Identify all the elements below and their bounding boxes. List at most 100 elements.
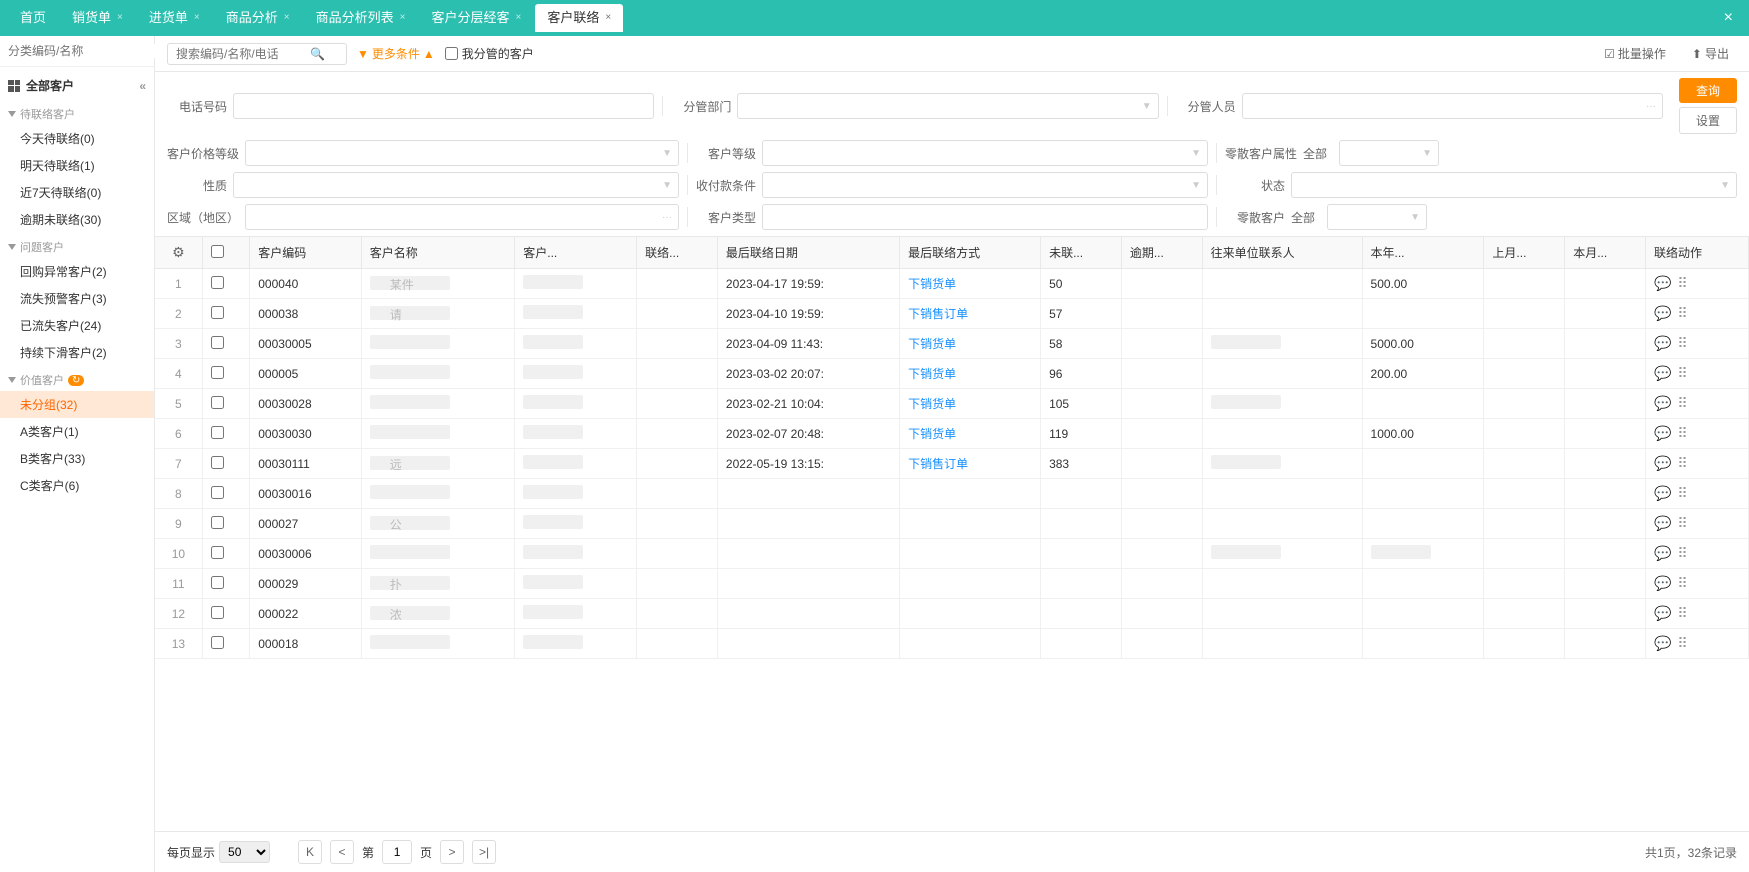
- col-last-method[interactable]: 最后联络方式: [900, 237, 1041, 269]
- last-contact-method[interactable]: [900, 569, 1041, 599]
- contact-method-link[interactable]: 下销售订单: [908, 307, 968, 321]
- apps-icon[interactable]: ⠿: [1677, 485, 1687, 502]
- last-contact-method[interactable]: 下销售订单: [900, 299, 1041, 329]
- message-icon[interactable]: 💬: [1654, 485, 1671, 502]
- tab-customer-segmentation[interactable]: 客户分层经客 ×: [419, 4, 533, 32]
- tab-close-icon[interactable]: ×: [194, 4, 200, 32]
- row-select-checkbox[interactable]: [211, 486, 224, 499]
- row-select-checkbox[interactable]: [211, 336, 224, 349]
- tab-customer-contact[interactable]: 客户联络 ×: [535, 4, 623, 32]
- retail-customer-input[interactable]: ▼: [1327, 204, 1427, 230]
- last-contact-method[interactable]: 下销货单: [900, 359, 1041, 389]
- sidebar-item-declining[interactable]: 持续下滑客户(2): [0, 339, 154, 366]
- collapse-icon[interactable]: «: [139, 79, 146, 93]
- category-search-input[interactable]: [8, 44, 163, 58]
- apps-icon[interactable]: ⠿: [1677, 635, 1687, 652]
- prev-page-button[interactable]: <: [330, 840, 354, 864]
- message-icon[interactable]: 💬: [1654, 365, 1671, 382]
- gender-input[interactable]: ▼: [233, 172, 679, 198]
- reset-button[interactable]: 设置: [1679, 107, 1737, 134]
- next-page-button[interactable]: >: [440, 840, 464, 864]
- customer-level-input[interactable]: ▼: [762, 140, 1208, 166]
- apps-icon[interactable]: ⠿: [1677, 335, 1687, 352]
- col-type[interactable]: 客户...: [515, 237, 637, 269]
- phone-input[interactable]: [233, 93, 654, 119]
- apps-icon[interactable]: ⠿: [1677, 275, 1687, 292]
- per-page-select[interactable]: 50 100 200: [219, 841, 270, 863]
- col-settings[interactable]: ⚙: [155, 237, 202, 269]
- last-page-button[interactable]: >|: [472, 840, 496, 864]
- message-icon[interactable]: 💬: [1654, 305, 1671, 322]
- retail-attr-input[interactable]: ▼: [1339, 140, 1439, 166]
- sidebar-item-churned[interactable]: 已流失客户(24): [0, 312, 154, 339]
- sidebar-all-customers[interactable]: 全部客户 «: [0, 71, 154, 100]
- row-select-checkbox[interactable]: [211, 606, 224, 619]
- apps-icon[interactable]: ⠿: [1677, 455, 1687, 472]
- row-select-checkbox[interactable]: [211, 396, 224, 409]
- tab-product-analysis[interactable]: 商品分析 ×: [214, 4, 302, 32]
- message-icon[interactable]: 💬: [1654, 425, 1671, 442]
- page-number-input[interactable]: [382, 840, 412, 864]
- last-contact-method[interactable]: 下销货单: [900, 389, 1041, 419]
- tab-product-analysis-list[interactable]: 商品分析列表 ×: [304, 4, 418, 32]
- my-customers-check[interactable]: [445, 47, 458, 60]
- last-contact-method[interactable]: [900, 539, 1041, 569]
- message-icon[interactable]: 💬: [1654, 575, 1671, 592]
- tab-close-icon[interactable]: ×: [605, 4, 611, 32]
- row-select-checkbox[interactable]: [211, 576, 224, 589]
- sidebar-item-tomorrow-pending[interactable]: 明天待联络(1): [0, 152, 154, 179]
- apps-icon[interactable]: ⠿: [1677, 305, 1687, 322]
- sidebar-item-7days-pending[interactable]: 近7天待联络(0): [0, 179, 154, 206]
- tab-sales-order[interactable]: 销货单 ×: [60, 4, 135, 32]
- message-icon[interactable]: 💬: [1654, 275, 1671, 292]
- apps-icon[interactable]: ⠿: [1677, 365, 1687, 382]
- row-select-checkbox[interactable]: [211, 516, 224, 529]
- search-button[interactable]: 查询: [1679, 78, 1737, 103]
- last-contact-method[interactable]: 下销货单: [900, 419, 1041, 449]
- sidebar-item-c-class[interactable]: C类客户(6): [0, 472, 154, 499]
- last-contact-method[interactable]: 下销货单: [900, 269, 1041, 299]
- col-code[interactable]: 客户编码: [250, 237, 361, 269]
- col-last-month[interactable]: 上月...: [1484, 237, 1565, 269]
- col-unlink-days[interactable]: 未联...: [1041, 237, 1122, 269]
- region-input[interactable]: ···: [245, 204, 679, 230]
- first-page-button[interactable]: K: [298, 840, 322, 864]
- dept-input[interactable]: ▼: [737, 93, 1158, 119]
- message-icon[interactable]: 💬: [1654, 605, 1671, 622]
- batch-ops-button[interactable]: ☑ 批量操作: [1596, 42, 1674, 65]
- col-this-month[interactable]: 本月...: [1565, 237, 1646, 269]
- manager-input[interactable]: ···: [1242, 93, 1663, 119]
- last-contact-method[interactable]: [900, 479, 1041, 509]
- main-search-input[interactable]: [176, 47, 306, 61]
- contact-method-link[interactable]: 下销货单: [908, 277, 956, 291]
- row-select-checkbox[interactable]: [211, 306, 224, 319]
- col-contacts[interactable]: 往来单位联系人: [1202, 237, 1362, 269]
- message-icon[interactable]: 💬: [1654, 455, 1671, 472]
- tab-home[interactable]: 首页: [8, 4, 58, 32]
- select-all-checkbox[interactable]: [211, 245, 224, 258]
- contact-method-link[interactable]: 下销货单: [908, 337, 956, 351]
- message-icon[interactable]: 💬: [1654, 515, 1671, 532]
- sidebar-item-overdue-pending[interactable]: 逾期未联络(30): [0, 206, 154, 233]
- row-select-checkbox[interactable]: [211, 276, 224, 289]
- apps-icon[interactable]: ⠿: [1677, 605, 1687, 622]
- last-contact-method[interactable]: [900, 629, 1041, 659]
- tab-close-icon[interactable]: ×: [284, 4, 290, 32]
- export-button[interactable]: ⬆ 导出: [1684, 42, 1737, 65]
- customer-type-input[interactable]: [762, 204, 1208, 230]
- price-level-input[interactable]: ▼: [245, 140, 679, 166]
- tab-purchase-order[interactable]: 进货单 ×: [137, 4, 212, 32]
- row-select-checkbox[interactable]: [211, 546, 224, 559]
- row-select-checkbox[interactable]: [211, 426, 224, 439]
- tab-close-icon[interactable]: ×: [515, 4, 521, 32]
- last-contact-method[interactable]: [900, 509, 1041, 539]
- row-select-checkbox[interactable]: [211, 636, 224, 649]
- row-select-checkbox[interactable]: [211, 366, 224, 379]
- sidebar-item-churn-warning[interactable]: 流失预警客户(3): [0, 285, 154, 312]
- more-conditions-button[interactable]: ▼ 更多条件 ▲: [357, 45, 435, 62]
- contact-method-link[interactable]: 下销售订单: [908, 457, 968, 471]
- my-customers-checkbox[interactable]: 我分管的客户: [445, 45, 534, 62]
- last-contact-method[interactable]: 下销售订单: [900, 449, 1041, 479]
- col-last-date[interactable]: 最后联络日期: [717, 237, 899, 269]
- contact-method-link[interactable]: 下销货单: [908, 397, 956, 411]
